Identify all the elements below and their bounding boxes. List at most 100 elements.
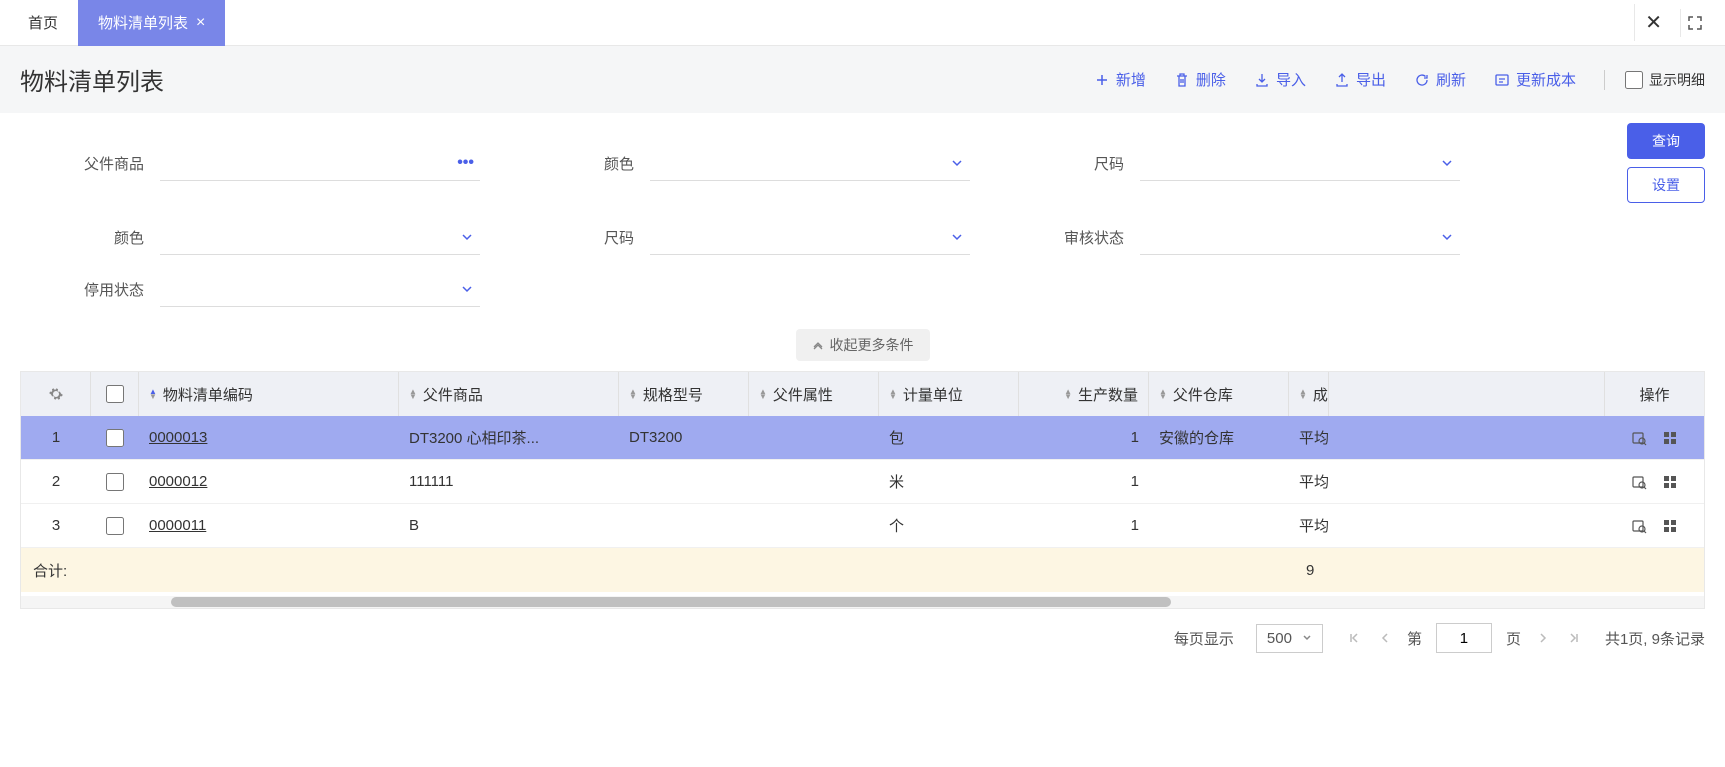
row-checkbox[interactable] — [106, 473, 124, 491]
chevron-down-icon — [1302, 633, 1312, 643]
header-cut: 成 — [1313, 384, 1328, 405]
last-page-button[interactable] — [1565, 629, 1583, 647]
cell-attr — [749, 504, 879, 547]
delete-button[interactable]: 删除 — [1174, 69, 1226, 90]
code-link[interactable]: 0000011 — [149, 517, 206, 534]
export-button[interactable]: 导出 — [1334, 69, 1386, 90]
update-cost-label: 更新成本 — [1516, 69, 1576, 90]
tab-active[interactable]: 物料清单列表 × — [78, 0, 225, 46]
settings-button[interactable]: 设置 — [1627, 167, 1705, 203]
close-icon[interactable]: × — [196, 14, 205, 32]
sort-icon[interactable]: ▲▼ — [409, 389, 417, 399]
filter-color-input[interactable] — [650, 145, 970, 181]
grid-icon[interactable] — [1663, 519, 1677, 533]
cell-warehouse — [1149, 460, 1289, 503]
tab-home[interactable]: 首页 — [8, 0, 78, 46]
cell-qty: 1 — [1019, 460, 1149, 503]
table-header: ▲▼物料清单编码 ▲▼父件商品 ▲▼规格型号 ▲▼父件属性 ▲▼计量单位 ▲▼生… — [21, 372, 1704, 416]
per-page-select[interactable]: 500 — [1256, 624, 1323, 653]
filter-size: 尺码 — [1000, 145, 1460, 181]
refresh-icon — [1414, 72, 1430, 88]
horizontal-scrollbar[interactable] — [21, 596, 1704, 608]
per-page-label: 每页显示 — [1174, 628, 1234, 649]
view-icon[interactable] — [1631, 518, 1647, 534]
grid-icon[interactable] — [1663, 431, 1677, 445]
cell-unit: 米 — [879, 460, 1019, 503]
select-all-checkbox[interactable] — [106, 385, 124, 403]
header-spec: 规格型号 — [643, 384, 703, 405]
page-nav: 第 页 — [1345, 623, 1583, 653]
row-checkbox[interactable] — [106, 517, 124, 535]
chevron-down-icon — [1440, 156, 1454, 170]
page-prefix: 第 — [1407, 628, 1422, 649]
code-link[interactable]: 0000012 — [149, 473, 207, 490]
next-page-button[interactable] — [1535, 630, 1551, 646]
cell-qty: 1 — [1019, 504, 1149, 547]
table-footer: 合计: 9 — [21, 548, 1704, 592]
table: ▲▼物料清单编码 ▲▼父件商品 ▲▼规格型号 ▲▼父件属性 ▲▼计量单位 ▲▼生… — [20, 371, 1705, 609]
update-cost-button[interactable]: 更新成本 — [1494, 69, 1576, 90]
chevron-down-icon — [950, 156, 964, 170]
import-button[interactable]: 导入 — [1254, 69, 1306, 90]
cell-cut: 平均 — [1289, 460, 1329, 503]
refresh-button[interactable]: 刷新 — [1414, 69, 1466, 90]
row-checkbox[interactable] — [106, 429, 124, 447]
cell-parent: DT3200 心相印茶... — [399, 416, 619, 459]
sort-icon[interactable]: ▲▼ — [149, 389, 157, 399]
sort-icon[interactable]: ▲▼ — [1159, 389, 1167, 399]
filter-size2-input[interactable] — [650, 219, 970, 255]
filter-parent-product: 父件商品 ••• — [20, 145, 480, 181]
collapse-bar: 收起更多条件 — [20, 323, 1705, 371]
tabs-bar: 首页 物料清单列表 × ✕ — [0, 0, 1725, 46]
filter-parent-input[interactable]: ••• — [160, 145, 480, 181]
show-detail-checkbox[interactable]: 显示明细 — [1604, 70, 1705, 90]
filter-audit: 审核状态 — [1000, 219, 1460, 255]
toolbar: 物料清单列表 新增 删除 导入 导出 刷新 更新成本 显示明细 — [0, 46, 1725, 113]
filter-color-label: 颜色 — [510, 153, 650, 174]
sort-icon[interactable]: ▲▼ — [1299, 389, 1307, 399]
filter-color2-input[interactable] — [160, 219, 480, 255]
search-button[interactable]: 查询 — [1627, 123, 1705, 159]
import-label: 导入 — [1276, 69, 1306, 90]
fullscreen-icon[interactable] — [1680, 9, 1709, 37]
sort-icon[interactable]: ▲▼ — [759, 389, 767, 399]
grid-icon[interactable] — [1663, 475, 1677, 489]
filter-stop-input[interactable] — [160, 271, 480, 307]
header-action: 操作 — [1639, 384, 1669, 405]
collapse-button[interactable]: 收起更多条件 — [796, 329, 930, 361]
table-row[interactable]: 1 0000013 DT3200 心相印茶... DT3200 包 1 安徽的仓… — [21, 416, 1704, 460]
prev-page-button[interactable] — [1377, 630, 1393, 646]
close-all-icon[interactable]: ✕ — [1634, 4, 1672, 41]
gear-icon[interactable] — [48, 386, 64, 402]
table-row[interactable]: 3 0000011 B 个 1 平均 — [21, 504, 1704, 548]
view-icon[interactable] — [1631, 430, 1647, 446]
header-qty: 生产数量 — [1078, 384, 1138, 405]
cell-unit: 包 — [879, 416, 1019, 459]
import-icon — [1254, 72, 1270, 88]
page-suffix: 页 — [1506, 628, 1521, 649]
filter-size-input[interactable] — [1140, 145, 1460, 181]
filter-color: 颜色 — [510, 145, 970, 181]
add-button[interactable]: 新增 — [1094, 69, 1146, 90]
chevron-up-icon — [812, 339, 824, 351]
toolbar-actions: 新增 删除 导入 导出 刷新 更新成本 显示明细 — [1094, 69, 1705, 90]
total-qty: 9 — [1294, 562, 1424, 579]
sort-icon[interactable]: ▲▼ — [1064, 389, 1072, 399]
filter-audit-input[interactable] — [1140, 219, 1460, 255]
page-input[interactable] — [1436, 623, 1492, 653]
sort-icon[interactable]: ▲▼ — [889, 389, 897, 399]
show-detail-input[interactable] — [1625, 71, 1643, 89]
scrollbar-thumb[interactable] — [171, 597, 1171, 607]
first-page-button[interactable] — [1345, 629, 1363, 647]
table-body: 1 0000013 DT3200 心相印茶... DT3200 包 1 安徽的仓… — [21, 416, 1704, 548]
sort-icon[interactable]: ▲▼ — [629, 389, 637, 399]
show-detail-label: 显示明细 — [1649, 70, 1705, 90]
chevron-down-icon — [1440, 230, 1454, 244]
cell-unit: 个 — [879, 504, 1019, 547]
chevron-down-icon — [950, 230, 964, 244]
view-icon[interactable] — [1631, 474, 1647, 490]
refresh-label: 刷新 — [1436, 69, 1466, 90]
table-row[interactable]: 2 0000012 111111 米 1 平均 — [21, 460, 1704, 504]
page-title: 物料清单列表 — [20, 62, 164, 97]
code-link[interactable]: 0000013 — [149, 429, 207, 446]
